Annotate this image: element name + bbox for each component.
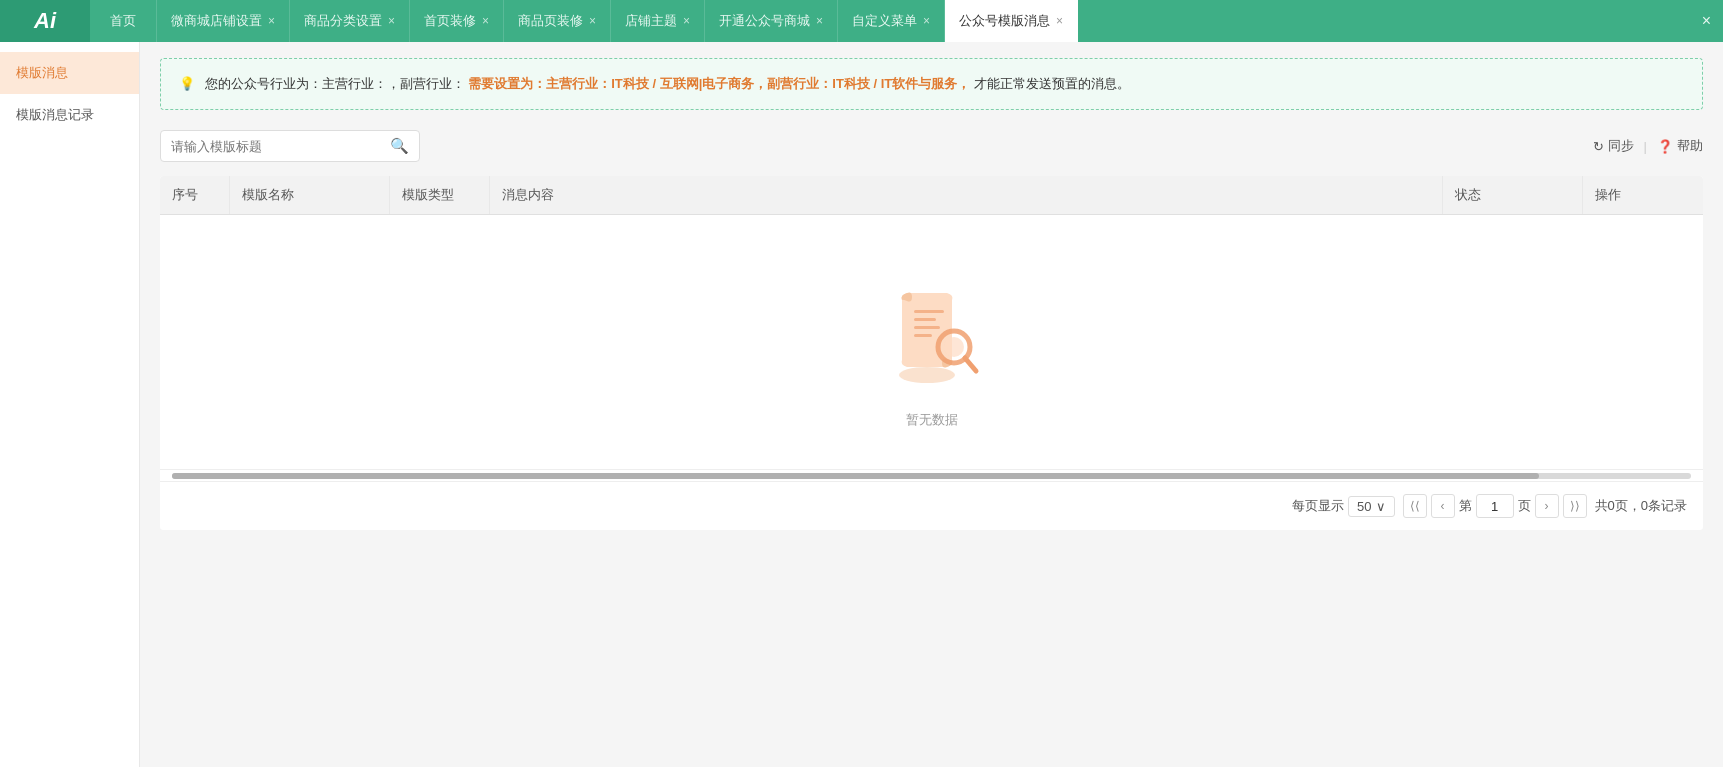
sidebar: 模版消息 模版消息记录 xyxy=(0,42,140,767)
nav-tab-category-settings-label: 商品分类设置 xyxy=(304,12,382,30)
per-page-select[interactable]: 50 ∨ xyxy=(1348,496,1394,517)
nav-tab-home-decor-close[interactable]: × xyxy=(482,14,489,28)
nav-tabs: 首页 微商城店铺设置 × 商品分类设置 × 首页装修 × 商品页装修 × 店铺主… xyxy=(90,0,1702,42)
page-label-before: 第 xyxy=(1459,497,1472,515)
search-input-wrap: 🔍 xyxy=(160,130,420,162)
nav-tab-template-msg-label: 公众号模版消息 xyxy=(959,12,1050,30)
svg-rect-1 xyxy=(914,310,944,313)
sync-label: 同步 xyxy=(1608,137,1634,155)
lightbulb-icon: 💡 xyxy=(179,76,195,91)
prev-page-button[interactable]: ‹ xyxy=(1431,494,1455,518)
search-input[interactable] xyxy=(171,139,390,154)
empty-illustration xyxy=(872,275,992,395)
nav-tab-template-msg[interactable]: 公众号模版消息 × xyxy=(945,0,1078,42)
th-seq: 序号 xyxy=(160,176,230,214)
global-close-button[interactable]: × xyxy=(1702,12,1711,30)
total-info: 共0页，0条记录 xyxy=(1595,497,1687,515)
per-page-value: 50 xyxy=(1357,499,1371,514)
nav-tab-shop-theme[interactable]: 店铺主题 × xyxy=(611,0,705,42)
nav-tab-custom-menu-close[interactable]: × xyxy=(923,14,930,28)
help-button[interactable]: ❓ 帮助 xyxy=(1657,137,1703,155)
chevron-down-icon: ∨ xyxy=(1376,499,1386,514)
page-label-after: 页 xyxy=(1518,497,1531,515)
scrollbar-thumb xyxy=(172,473,1539,479)
toolbar-divider: | xyxy=(1644,139,1647,154)
svg-point-0 xyxy=(899,367,955,383)
th-type: 模版类型 xyxy=(390,176,490,214)
notice-box: 💡 您的公众号行业为：主营行业：，副营行业： 需要设置为：主营行业：IT科技 /… xyxy=(160,58,1703,110)
page-nav: ⟨⟨ ‹ 第 页 › ⟩⟩ xyxy=(1403,494,1587,518)
notice-highlight: 需要设置为：主营行业：IT科技 / 互联网|电子商务，副营行业：IT科技 / I… xyxy=(468,76,970,91)
scrollbar-track xyxy=(172,473,1691,479)
svg-rect-2 xyxy=(914,318,936,321)
empty-text: 暂无数据 xyxy=(906,411,958,429)
pagination: 每页显示 50 ∨ ⟨⟨ ‹ 第 页 › ⟩⟩ 共0页，0条记录 xyxy=(160,481,1703,530)
first-page-button[interactable]: ⟨⟨ xyxy=(1403,494,1427,518)
nav-tab-home[interactable]: 首页 xyxy=(90,0,157,42)
help-circle-icon: ❓ xyxy=(1657,139,1673,154)
data-table: 序号 模版名称 模版类型 消息内容 状态 操作 xyxy=(160,176,1703,530)
nav-tab-product-decor[interactable]: 商品页装修 × xyxy=(504,0,611,42)
nav-tab-open-mall-label: 开通公众号商城 xyxy=(719,12,810,30)
nav-tab-home-decor[interactable]: 首页装修 × xyxy=(410,0,504,42)
nav-tab-shop-theme-close[interactable]: × xyxy=(683,14,690,28)
page-input[interactable] xyxy=(1476,494,1514,518)
search-bar: 🔍 ↻ 同步 | ❓ 帮助 xyxy=(160,130,1703,162)
sidebar-item-template-msg-label: 模版消息 xyxy=(16,65,68,80)
nav-tab-category-settings[interactable]: 商品分类设置 × xyxy=(290,0,410,42)
toolbar-right: ↻ 同步 | ❓ 帮助 xyxy=(1593,137,1703,155)
sidebar-item-template-msg[interactable]: 模版消息 xyxy=(0,52,139,94)
page-size-select: 每页显示 50 ∨ xyxy=(1292,496,1394,517)
nav-tab-home-decor-label: 首页装修 xyxy=(424,12,476,30)
nav-tab-template-msg-close[interactable]: × xyxy=(1056,14,1063,28)
nav-tab-custom-menu-label: 自定义菜单 xyxy=(852,12,917,30)
th-name: 模版名称 xyxy=(230,176,390,214)
nav-tab-shop-settings-close[interactable]: × xyxy=(268,14,275,28)
logo: Ai xyxy=(0,0,90,42)
nav-tab-open-mall-close[interactable]: × xyxy=(816,14,823,28)
th-status: 状态 xyxy=(1443,176,1583,214)
nav-tab-shop-settings-label: 微商城店铺设置 xyxy=(171,12,262,30)
sidebar-item-template-msg-log[interactable]: 模版消息记录 xyxy=(0,94,139,136)
th-content: 消息内容 xyxy=(490,176,1443,214)
per-page-label: 每页显示 xyxy=(1292,497,1344,515)
empty-state: 暂无数据 xyxy=(160,215,1703,469)
refresh-icon: ↻ xyxy=(1593,139,1604,154)
main-layout: 模版消息 模版消息记录 💡 您的公众号行业为：主营行业：，副营行业： 需要设置为… xyxy=(0,42,1723,767)
sync-button[interactable]: ↻ 同步 xyxy=(1593,137,1634,155)
sidebar-item-template-msg-log-label: 模版消息记录 xyxy=(16,107,94,122)
scrollbar-area[interactable] xyxy=(160,469,1703,481)
help-label: 帮助 xyxy=(1677,137,1703,155)
nav-tab-category-settings-close[interactable]: × xyxy=(388,14,395,28)
svg-line-7 xyxy=(965,358,976,371)
nav-tab-shop-settings[interactable]: 微商城店铺设置 × xyxy=(157,0,290,42)
nav-tab-product-decor-close[interactable]: × xyxy=(589,14,596,28)
nav-tab-shop-theme-label: 店铺主题 xyxy=(625,12,677,30)
content-area: 💡 您的公众号行业为：主营行业：，副营行业： 需要设置为：主营行业：IT科技 /… xyxy=(140,42,1723,767)
next-page-button[interactable]: › xyxy=(1535,494,1559,518)
th-action: 操作 xyxy=(1583,176,1703,214)
table-header: 序号 模版名称 模版类型 消息内容 状态 操作 xyxy=(160,176,1703,215)
notice-suffix: 才能正常发送预置的消息。 xyxy=(974,76,1130,91)
top-nav: Ai 首页 微商城店铺设置 × 商品分类设置 × 首页装修 × 商品页装修 × … xyxy=(0,0,1723,42)
nav-tab-home-label: 首页 xyxy=(110,12,136,30)
nav-tab-custom-menu[interactable]: 自定义菜单 × xyxy=(838,0,945,42)
svg-point-6 xyxy=(944,337,964,357)
nav-tab-open-mall[interactable]: 开通公众号商城 × xyxy=(705,0,838,42)
svg-rect-3 xyxy=(914,326,940,329)
svg-rect-4 xyxy=(914,334,932,337)
nav-tab-product-decor-label: 商品页装修 xyxy=(518,12,583,30)
search-icon[interactable]: 🔍 xyxy=(390,137,409,155)
notice-prefix: 您的公众号行业为：主营行业：，副营行业： xyxy=(205,76,465,91)
last-page-button[interactable]: ⟩⟩ xyxy=(1563,494,1587,518)
